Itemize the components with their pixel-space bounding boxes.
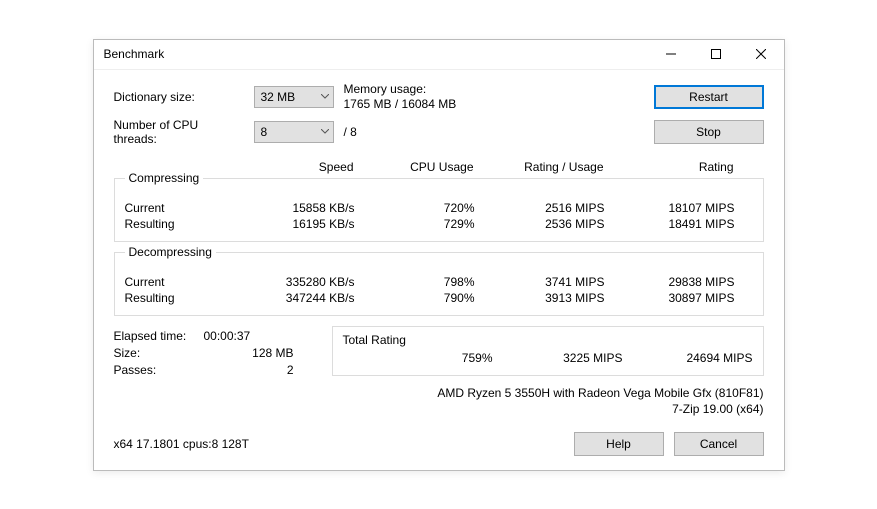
row-label: Resulting (125, 291, 235, 305)
size-label: Size: (114, 346, 204, 360)
total-rating-legend: Total Rating (343, 333, 753, 347)
close-icon (756, 49, 766, 59)
decompress-current-rating: 29838 MIPS (615, 275, 735, 289)
compress-resulting-row: Resulting 16195 KB/s 729% 2536 MIPS 1849… (125, 217, 753, 231)
compressing-group: Compressing Current 15858 KB/s 720% 2516… (114, 178, 764, 242)
total-ru: 3225 MIPS (503, 351, 623, 365)
header-speed: Speed (244, 160, 354, 174)
help-button[interactable]: Help (574, 432, 664, 456)
close-button[interactable] (739, 39, 784, 69)
decompress-resulting-cpu: 790% (365, 291, 475, 305)
compress-resulting-rating: 18491 MIPS (615, 217, 735, 231)
memory-usage-value: 1765 MB / 16084 MB (344, 97, 644, 112)
total-cpu: 759% (383, 351, 493, 365)
compressing-legend: Compressing (125, 171, 204, 185)
compress-current-speed: 15858 KB/s (245, 201, 355, 215)
cancel-button[interactable]: Cancel (674, 432, 764, 456)
window-title: Benchmark (104, 47, 649, 61)
decompress-current-ru: 3741 MIPS (485, 275, 605, 289)
decompress-current-row: Current 335280 KB/s 798% 3741 MIPS 29838… (125, 275, 753, 289)
decompressing-legend: Decompressing (125, 245, 216, 259)
threads-select[interactable]: 8 (254, 121, 334, 143)
decompress-current-speed: 335280 KB/s (245, 275, 355, 289)
passes-value: 2 (204, 363, 294, 377)
threads-max: / 8 (344, 125, 644, 139)
cpu-info: AMD Ryzen 5 3550H with Radeon Vega Mobil… (332, 386, 764, 400)
row-label: Current (125, 275, 235, 289)
decompress-resulting-rating: 30897 MIPS (615, 291, 735, 305)
maximize-button[interactable] (694, 39, 739, 69)
titlebar: Benchmark (94, 40, 784, 70)
total-rating: 24694 MIPS (633, 351, 753, 365)
stop-button[interactable]: Stop (654, 120, 764, 144)
compress-resulting-cpu: 729% (365, 217, 475, 231)
chevron-down-icon (321, 129, 329, 134)
window-buttons (649, 39, 784, 69)
dict-size-select[interactable]: 32 MB (254, 86, 334, 108)
elapsed-value: 00:00:37 (204, 329, 294, 343)
decompress-resulting-ru: 3913 MIPS (485, 291, 605, 305)
elapsed-label: Elapsed time: (114, 329, 204, 343)
header-cpu: CPU Usage (364, 160, 474, 174)
compress-current-rating: 18107 MIPS (615, 201, 735, 215)
maximize-icon (711, 49, 721, 59)
benchmark-window: Benchmark Dictionary size: 32 MB Memory … (93, 39, 785, 471)
size-value: 128 MB (204, 346, 294, 360)
compress-current-cpu: 720% (365, 201, 475, 215)
total-rating-group: Total Rating 759% 3225 MIPS 24694 MIPS (332, 326, 764, 376)
threads-label: Number of CPU threads: (114, 118, 244, 146)
dict-size-label: Dictionary size: (114, 90, 244, 104)
decompress-resulting-row: Resulting 347244 KB/s 790% 3913 MIPS 308… (125, 291, 753, 305)
footer-info: x64 17.1801 cpus:8 128T (114, 437, 574, 451)
restart-button[interactable]: Restart (654, 85, 764, 109)
decompressing-group: Decompressing Current 335280 KB/s 798% 3… (114, 252, 764, 316)
compress-current-row: Current 15858 KB/s 720% 2516 MIPS 18107 … (125, 201, 753, 215)
row-label: Resulting (125, 217, 235, 231)
app-info: 7-Zip 19.00 (x64) (332, 402, 764, 416)
results-header: Speed CPU Usage Rating / Usage Rating (124, 160, 754, 174)
minimize-icon (666, 49, 676, 59)
passes-label: Passes: (114, 363, 204, 377)
header-rating: Rating (614, 160, 734, 174)
minimize-button[interactable] (649, 39, 694, 69)
row-label: Current (125, 201, 235, 215)
threads-value: 8 (261, 125, 268, 139)
chevron-down-icon (321, 94, 329, 99)
compress-resulting-speed: 16195 KB/s (245, 217, 355, 231)
memory-usage-block: Memory usage: 1765 MB / 16084 MB (344, 82, 644, 112)
content-area: Dictionary size: 32 MB Memory usage: 176… (94, 70, 784, 470)
memory-usage-label: Memory usage: (344, 82, 644, 97)
decompress-resulting-speed: 347244 KB/s (245, 291, 355, 305)
footer: x64 17.1801 cpus:8 128T Help Cancel (114, 432, 764, 456)
header-rating-usage: Rating / Usage (484, 160, 604, 174)
compress-resulting-ru: 2536 MIPS (485, 217, 605, 231)
stats-block: Elapsed time: 00:00:37 Size: 128 MB Pass… (114, 326, 314, 380)
compress-current-ru: 2516 MIPS (485, 201, 605, 215)
dict-size-value: 32 MB (261, 90, 296, 104)
decompress-current-cpu: 798% (365, 275, 475, 289)
